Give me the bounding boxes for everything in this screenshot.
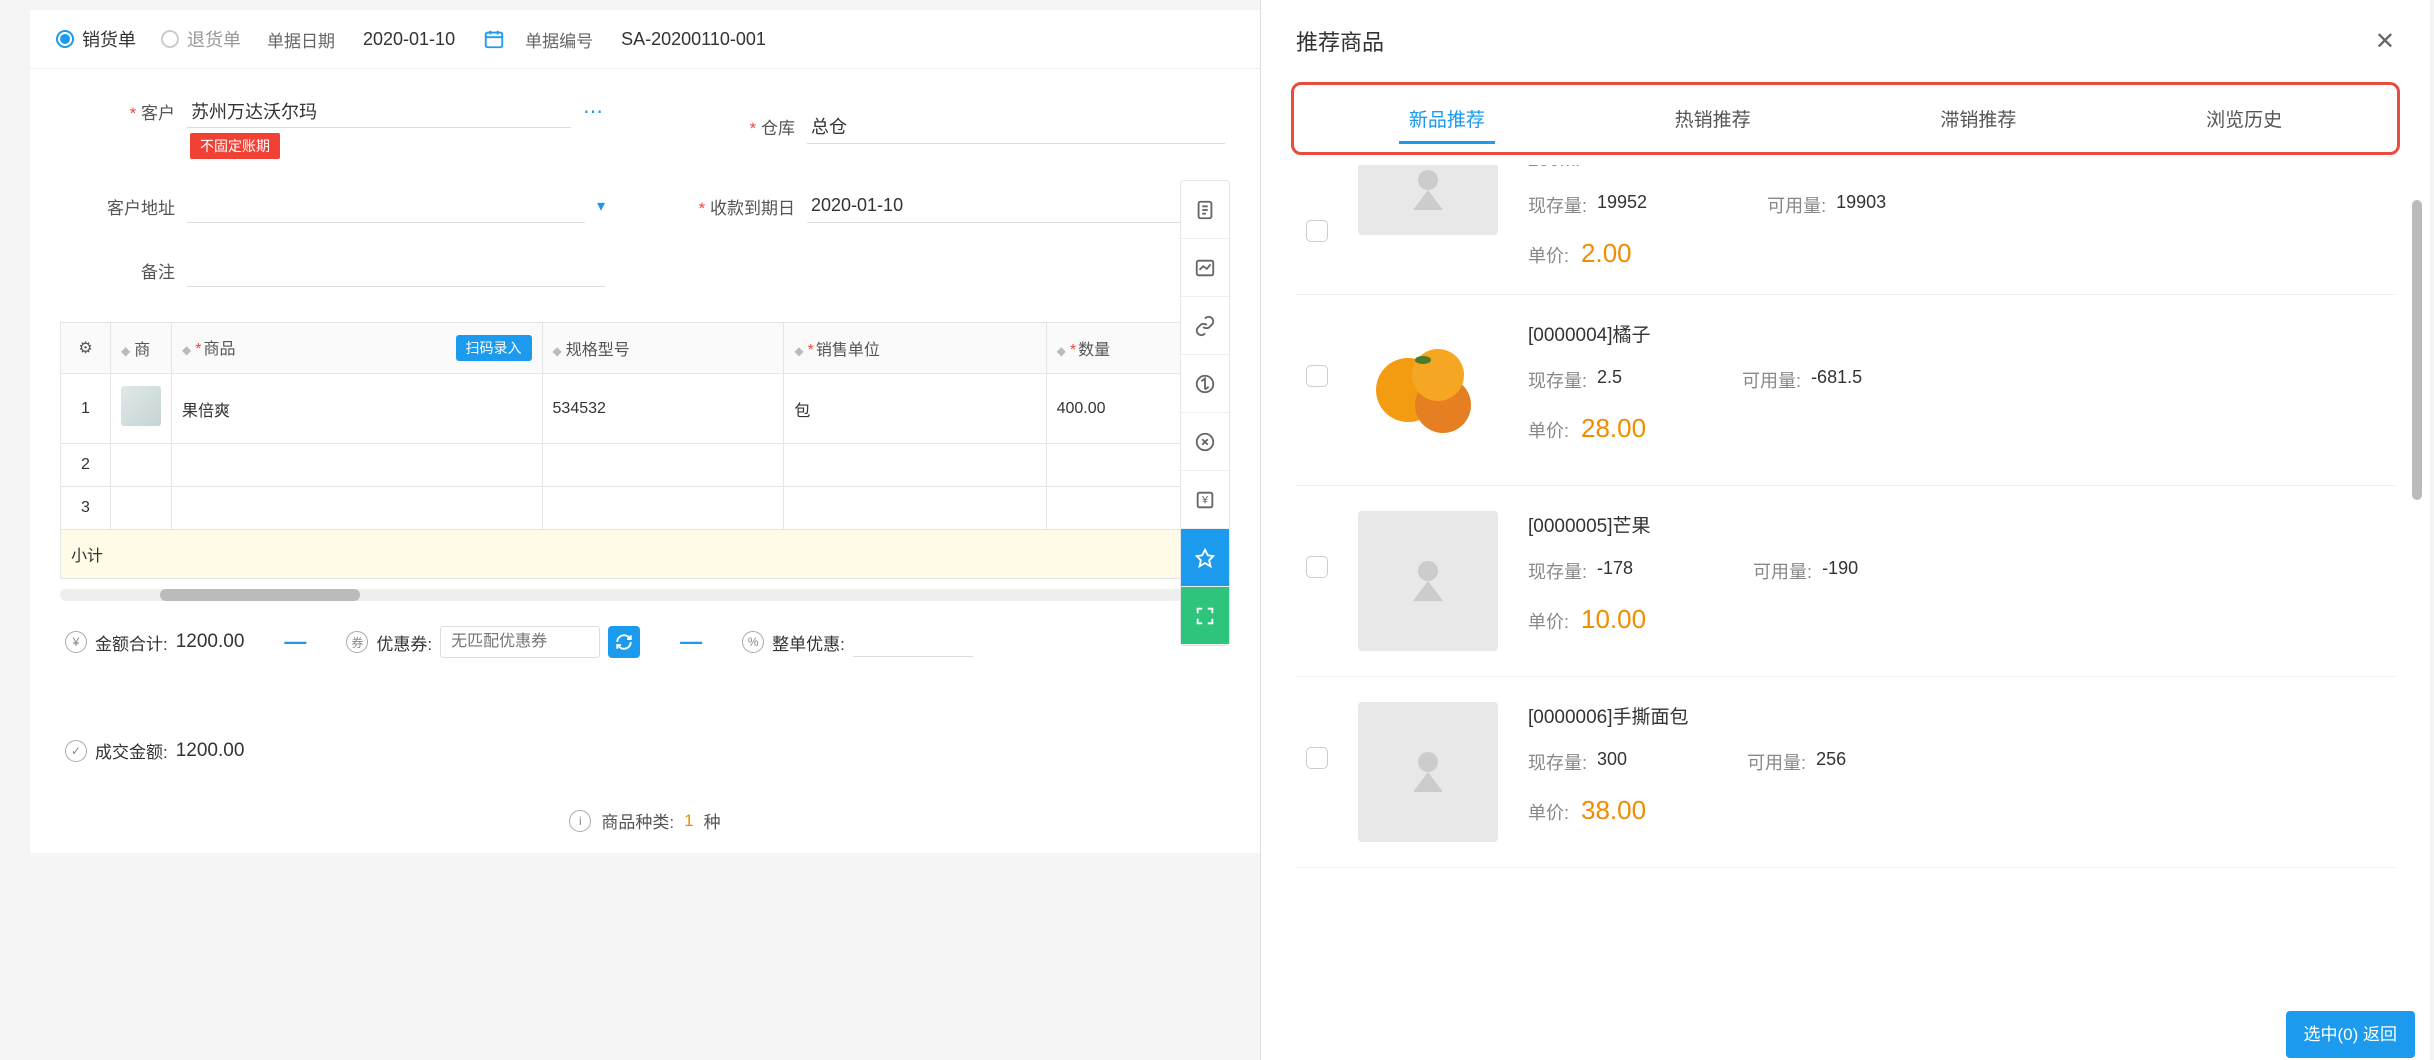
horizontal-scrollbar[interactable] [60, 589, 1230, 601]
radio-icon [161, 30, 179, 48]
info-icon: i [569, 810, 591, 832]
date-value[interactable]: 2020-01-10 [355, 25, 463, 54]
remark-input[interactable] [187, 253, 605, 287]
dash-icon: — [284, 629, 306, 655]
calendar-icon[interactable] [483, 28, 505, 50]
due-input[interactable] [807, 189, 1225, 223]
bottom-info: i 商品种类: 1 种 [30, 788, 1260, 853]
list-item: [0000004]橘子 现存量:2.5 可用量:-681.5 单价:28.00 [1296, 295, 2395, 486]
form-area: 客户 ⋯ 不固定账期 仓库 客户地址 ▾ 收款到期日 备注 [30, 69, 1260, 297]
tool-chart-icon[interactable] [1181, 239, 1229, 297]
chevron-down-icon[interactable]: ▾ [597, 196, 605, 216]
list-item: [0000006]手撕面包 现存量:300 可用量:256 单价:38.00 [1296, 677, 2395, 868]
address-input[interactable] [187, 189, 585, 223]
recommend-panel: 推荐商品 ✕ 新品推荐 热销推荐 滞销推荐 浏览历史 250ml 现存量:199… [1260, 0, 2430, 1060]
checkbox[interactable] [1306, 365, 1328, 387]
coupon: 券 优惠券: [346, 626, 640, 658]
discount-icon: % [742, 631, 764, 653]
remark-label: 备注 [65, 258, 175, 283]
checkbox[interactable] [1306, 556, 1328, 578]
checkbox[interactable] [1306, 747, 1328, 769]
col-spec[interactable]: ◆规格型号 [542, 323, 784, 374]
product-image [1358, 511, 1498, 651]
header-row: 销货单 退货单 单据日期 2020-01-10 单据编号 SA-20200110… [30, 10, 1260, 69]
table-row[interactable]: 1 果倍爽 534532 包 400.00 [61, 374, 1230, 444]
order-discount: % 整单优惠: [742, 628, 973, 657]
customer-label: 客户 [65, 99, 175, 124]
due-row: 收款到期日 [685, 189, 1225, 223]
coupon-input[interactable] [440, 626, 600, 658]
address-row: 客户地址 ▾ [65, 189, 605, 223]
refresh-button[interactable] [608, 626, 640, 658]
tab-label: 销货单 [82, 26, 136, 52]
deal-amount: ✓ 成交金额: 1200.00 [65, 738, 244, 763]
product-image [1358, 165, 1498, 235]
col-product[interactable]: ◆*商品扫码录入 [172, 323, 543, 374]
tab-return[interactable]: 退货单 [161, 26, 241, 52]
coupon-icon: 券 [346, 631, 368, 653]
list-item: [0000005]芒果 现存量:-178 可用量:-190 单价:10.00 [1296, 486, 2395, 677]
sales-order-panel: 销货单 退货单 单据日期 2020-01-10 单据编号 SA-20200110… [30, 10, 1260, 853]
col-unit[interactable]: ◆*销售单位 [784, 323, 1046, 374]
subtotal-row: 小计 [61, 530, 1230, 579]
settings-col[interactable]: ⚙ [61, 323, 111, 374]
close-icon[interactable]: ✕ [2375, 27, 2395, 56]
tab-slow[interactable]: 滞销推荐 [1920, 95, 2036, 142]
tool-doc-icon[interactable] [1181, 181, 1229, 239]
discount-input[interactable] [853, 628, 973, 657]
panel-footer: 选中(0) 返回 [2286, 1020, 2416, 1045]
panel-title: 推荐商品 [1296, 25, 1384, 57]
list-item: 250ml 现存量:19952 可用量:19903 单价:2.00 [1296, 175, 2395, 295]
svg-text:¥: ¥ [1201, 494, 1209, 506]
number-value: SA-20200110-001 [613, 25, 774, 54]
warehouse-input[interactable] [807, 110, 1225, 144]
doc-type-tabs: 销货单 退货单 [50, 20, 247, 58]
customer-tag: 不固定账期 [190, 133, 280, 159]
tool-close-icon[interactable] [1181, 413, 1229, 471]
deal-icon: ✓ [65, 740, 87, 762]
tool-swap-icon[interactable] [1181, 355, 1229, 413]
side-toolbar: ¥ [1180, 180, 1230, 646]
total-amount: ¥ 金额合计: 1200.00 [65, 630, 244, 655]
table-row[interactable]: 3 [61, 487, 1230, 530]
tab-hot[interactable]: 热销推荐 [1655, 95, 1771, 142]
warehouse-label: 仓库 [685, 114, 795, 139]
date-label: 单据日期 [267, 27, 335, 52]
checkbox[interactable] [1306, 220, 1328, 242]
tool-link-icon[interactable] [1181, 297, 1229, 355]
recommend-tabs-wrap: 新品推荐 热销推荐 滞销推荐 浏览历史 [1261, 82, 2430, 155]
warehouse-row: 仓库 [685, 94, 1225, 159]
tool-star-icon[interactable] [1181, 529, 1229, 587]
table-row[interactable]: 2 [61, 444, 1230, 487]
yen-icon: ¥ [65, 631, 87, 653]
due-label: 收款到期日 [685, 194, 795, 219]
tab-new[interactable]: 新品推荐 [1389, 95, 1505, 142]
customer-input[interactable] [187, 94, 571, 128]
tab-history[interactable]: 浏览历史 [2186, 95, 2302, 142]
radio-icon [56, 30, 74, 48]
panel-header: 推荐商品 ✕ [1261, 0, 2430, 82]
tab-label: 退货单 [187, 26, 241, 52]
number-label: 单据编号 [525, 27, 593, 52]
dash-icon: — [680, 629, 702, 655]
product-image [1358, 320, 1498, 460]
tool-yen-icon[interactable]: ¥ [1181, 471, 1229, 529]
product-thumb [121, 386, 161, 426]
summary-row: ¥ 金额合计: 1200.00 — 券 优惠券: — % 整单优惠: ✓ 成交金… [30, 601, 1260, 788]
gear-icon[interactable]: ⚙ [78, 340, 92, 357]
tool-expand-icon[interactable] [1181, 587, 1229, 645]
address-label: 客户地址 [65, 194, 175, 219]
remark-row: 备注 [65, 253, 605, 287]
select-return-button[interactable]: 选中(0) 返回 [2286, 1011, 2416, 1058]
product-list[interactable]: 250ml 现存量:19952 可用量:19903 单价:2.00 [00000… [1261, 165, 2430, 1060]
customer-row: 客户 ⋯ [65, 94, 605, 128]
vertical-scrollbar[interactable] [2412, 200, 2422, 620]
scan-button[interactable]: 扫码录入 [456, 335, 532, 361]
product-image [1358, 702, 1498, 842]
col-merchant[interactable]: ◆商 [111, 323, 172, 374]
tab-sales[interactable]: 销货单 [56, 26, 136, 52]
more-icon[interactable]: ⋯ [583, 99, 605, 124]
line-items-table: ⚙ ◆商 ◆*商品扫码录入 ◆规格型号 ◆*销售单位 ◆*数量 1 果倍爽 53… [60, 322, 1230, 579]
